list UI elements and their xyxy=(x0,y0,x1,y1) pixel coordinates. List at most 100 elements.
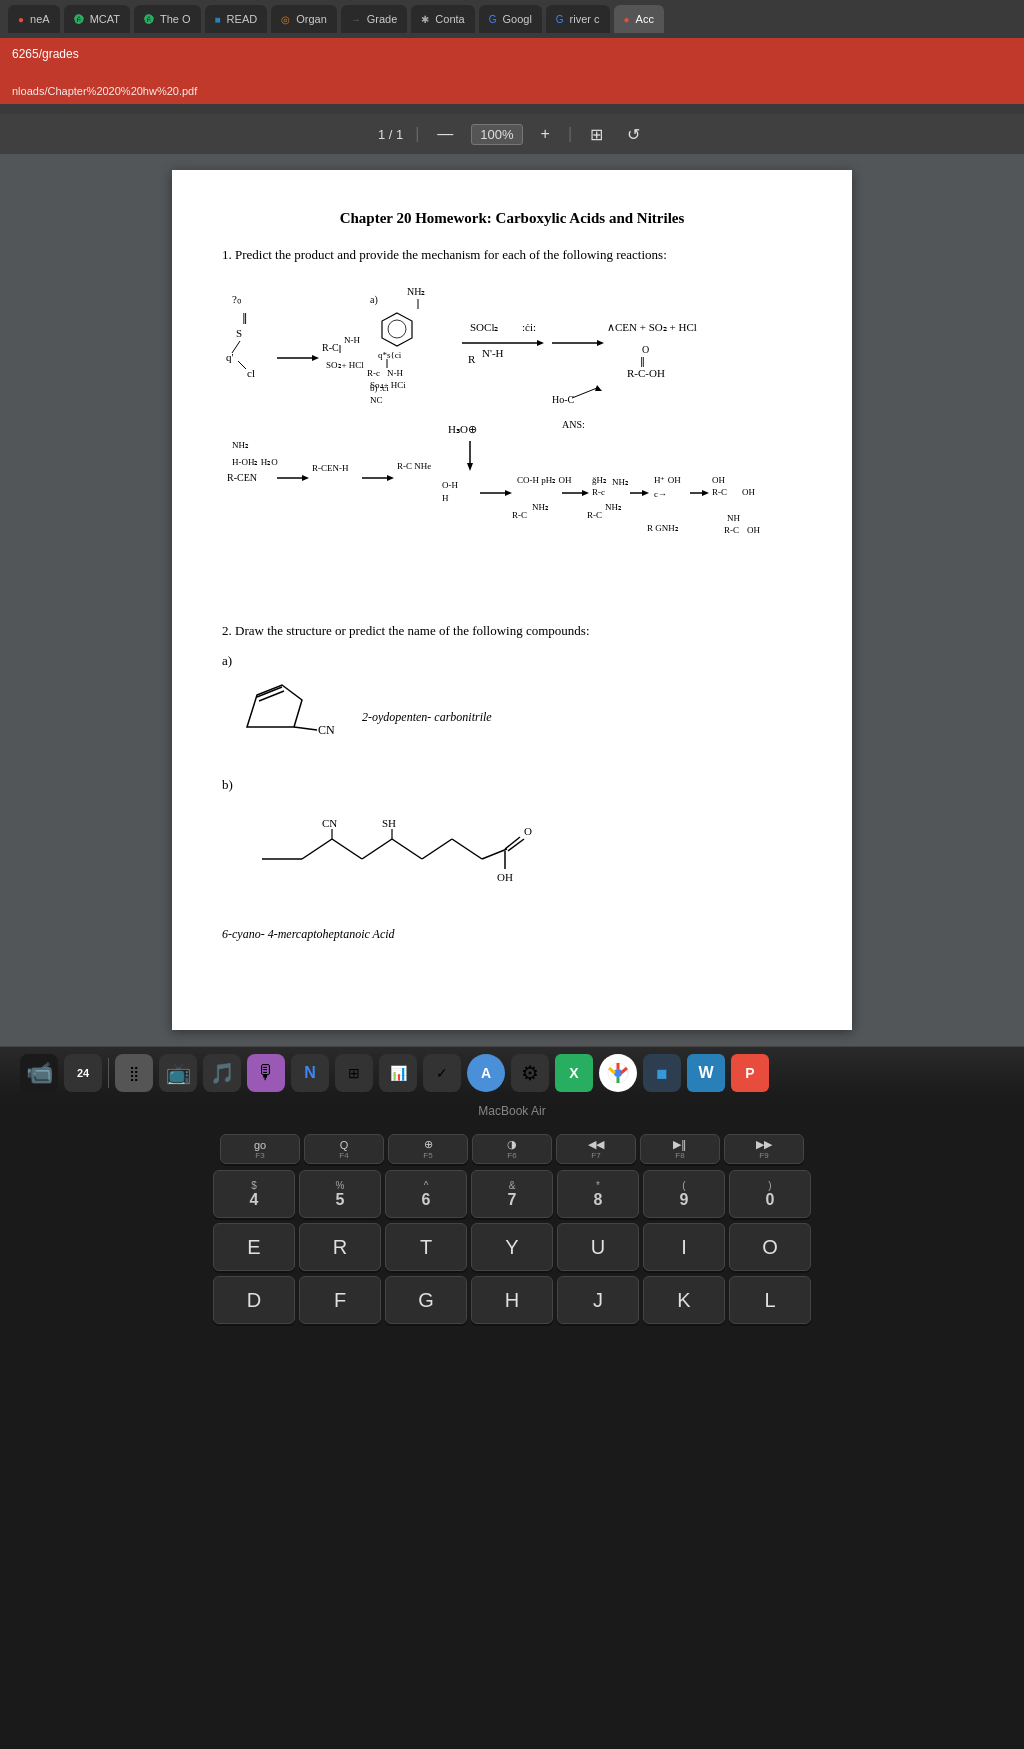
svg-text:R-C: R-C xyxy=(587,510,602,520)
pdf-toolbar[interactable]: 1 / 1 | — 100% + | ⊞ ↺ xyxy=(0,114,1024,154)
svg-text:R GNH₂: R GNH₂ xyxy=(647,523,679,533)
svg-line-37 xyxy=(572,388,597,398)
key-f[interactable]: F xyxy=(299,1276,381,1324)
zoom-out-button[interactable]: — xyxy=(431,123,459,145)
key-8[interactable]: * 8 xyxy=(557,1170,639,1218)
asdf-row[interactable]: D F G H J K L xyxy=(20,1276,1004,1324)
dock-arc[interactable]: A xyxy=(467,1054,505,1092)
dock-divider xyxy=(108,1058,109,1088)
key-f6[interactable]: ◑ F6 xyxy=(472,1134,552,1164)
key-i[interactable]: I xyxy=(643,1223,725,1271)
dock-grid[interactable]: ⊞ xyxy=(335,1054,373,1092)
key-g[interactable]: G xyxy=(385,1276,467,1324)
tab-acc[interactable]: ● Acc xyxy=(614,5,664,33)
tab-river[interactable]: G river c xyxy=(546,5,610,33)
url-text: nloads/Chapter%2020%20hw%20.pdf xyxy=(12,85,197,97)
key-4[interactable]: $ 4 xyxy=(213,1170,295,1218)
key-5[interactable]: % 5 xyxy=(299,1170,381,1218)
tab-theo[interactable]: 🅐 The O xyxy=(134,5,201,33)
pdf-content-area: Chapter 20 Homework: Carboxylic Acids an… xyxy=(0,154,1024,1046)
key-f3[interactable]: go F3 xyxy=(220,1134,300,1164)
key-r[interactable]: R xyxy=(299,1223,381,1271)
tab-conta[interactable]: ✱ Conta xyxy=(411,5,474,33)
dock-music[interactable]: 🎵 xyxy=(203,1054,241,1092)
key-d[interactable]: D xyxy=(213,1276,295,1324)
compound-a-section: a) CN 2-oydopenten- carbonitrile xyxy=(222,651,802,755)
svg-marker-63 xyxy=(642,490,649,496)
key-l[interactable]: L xyxy=(729,1276,811,1324)
tab-read[interactable]: ■ READ xyxy=(205,5,268,33)
question-1: 1. Predict the product and provide the m… xyxy=(222,247,802,263)
key-6[interactable]: ^ 6 xyxy=(385,1170,467,1218)
dock-chrome[interactable] xyxy=(599,1054,637,1092)
tab-organ[interactable]: ◎ Organ xyxy=(271,5,337,33)
macbook-label: MacBook Air xyxy=(0,1098,1024,1124)
svg-line-83 xyxy=(294,727,317,730)
svg-text:O-H: O-H xyxy=(442,480,458,490)
key-e[interactable]: E xyxy=(213,1223,295,1271)
svg-text:NH₂: NH₂ xyxy=(407,286,425,297)
dock-slash[interactable]: ✓ xyxy=(423,1054,461,1092)
svg-point-17 xyxy=(388,320,406,338)
svg-point-103 xyxy=(614,1069,622,1077)
dock-notes[interactable]: N xyxy=(291,1054,329,1092)
key-j[interactable]: J xyxy=(557,1276,639,1324)
url-bar[interactable]: nloads/Chapter%2020%20hw%20.pdf xyxy=(0,78,1024,104)
qwerty-row[interactable]: E R T Y U I O xyxy=(20,1223,1004,1271)
key-t[interactable]: T xyxy=(385,1223,467,1271)
svg-text:R-CEN: R-CEN xyxy=(227,472,257,483)
number-row[interactable]: $ 4 % 5 ^ 6 & 7 * 8 ( 9 ) 0 xyxy=(20,1170,1004,1218)
compound-a-label: a) xyxy=(222,653,232,668)
svg-text:NH₂: NH₂ xyxy=(532,502,549,512)
svg-text:N'-H: N'-H xyxy=(482,347,504,359)
tab-nea[interactable]: ● neA xyxy=(8,5,60,33)
dock-excel[interactable]: X xyxy=(555,1054,593,1092)
dock-tv[interactable]: 📺 xyxy=(159,1054,197,1092)
svg-marker-58 xyxy=(582,490,589,496)
chapter-title: Chapter 20 Homework: Carboxylic Acids an… xyxy=(222,210,802,227)
svg-line-92 xyxy=(482,849,507,859)
key-k[interactable]: K xyxy=(643,1276,725,1324)
svg-line-89 xyxy=(392,839,422,859)
macos-dock[interactable]: 📹 24 ⣿ 📺 🎵 🎙 N ⊞ 📊 ✓ A ⚙ X ◼ W P xyxy=(0,1046,1024,1098)
key-f9[interactable]: ▶▶ F9 xyxy=(724,1134,804,1164)
key-f7[interactable]: ◀◀ F7 xyxy=(556,1134,636,1164)
key-f4[interactable]: Q F4 xyxy=(304,1134,384,1164)
dock-time[interactable]: 24 xyxy=(64,1054,102,1092)
zoom-in-button[interactable]: + xyxy=(535,123,556,145)
key-f5[interactable]: ⊕ F5 xyxy=(388,1134,468,1164)
svg-text:H-OH₂ H₂O: H-OH₂ H₂O xyxy=(232,457,278,467)
breadcrumb-bar: 6265/grades xyxy=(0,38,1024,70)
rotate-button[interactable]: ↺ xyxy=(621,123,646,146)
dock-facetime[interactable]: 📹 xyxy=(20,1054,58,1092)
tab-grade[interactable]: → Grade xyxy=(341,5,408,33)
tab-goog[interactable]: G Googl xyxy=(479,5,542,33)
dock-circle[interactable]: ⚙ xyxy=(511,1054,549,1092)
key-7[interactable]: & 7 xyxy=(471,1170,553,1218)
key-h[interactable]: H xyxy=(471,1276,553,1324)
svg-text:CN: CN xyxy=(318,723,335,737)
zoom-level[interactable]: 100% xyxy=(471,124,522,145)
dock-dots[interactable]: ⣿ xyxy=(115,1054,153,1092)
browser-tab-bar[interactable]: ● neA 🅐 MCAT 🅐 The O ■ READ ◎ Organ → Gr… xyxy=(0,0,1024,38)
svg-text:NH: NH xyxy=(727,513,740,523)
svg-text:‖: ‖ xyxy=(640,356,645,367)
svg-text:NH₂: NH₂ xyxy=(605,502,622,512)
key-y[interactable]: Y xyxy=(471,1223,553,1271)
key-u[interactable]: U xyxy=(557,1223,639,1271)
key-0[interactable]: ) 0 xyxy=(729,1170,811,1218)
key-9[interactable]: ( 9 xyxy=(643,1170,725,1218)
compound-b-section: b) xyxy=(222,775,802,942)
svg-text:H⁺ OH: H⁺ OH xyxy=(654,475,681,485)
dock-word[interactable]: W xyxy=(687,1054,725,1092)
key-o[interactable]: O xyxy=(729,1223,811,1271)
dock-podcast[interactable]: 🎙 xyxy=(247,1054,285,1092)
dock-barchart[interactable]: 📊 xyxy=(379,1054,417,1092)
svg-marker-44 xyxy=(302,475,309,481)
fn-row[interactable]: go F3 Q F4 ⊕ F5 ◑ F6 ◀◀ F7 ▶‖ F8 ▶▶ F9 xyxy=(20,1134,1004,1164)
dock-powerpoint[interactable]: P xyxy=(731,1054,769,1092)
tab-mcat[interactable]: 🅐 MCAT xyxy=(64,5,130,33)
key-f8[interactable]: ▶‖ F8 xyxy=(640,1134,720,1164)
fullscreen-button[interactable]: ⊞ xyxy=(584,123,609,146)
dock-finder[interactable]: ◼ xyxy=(643,1054,681,1092)
